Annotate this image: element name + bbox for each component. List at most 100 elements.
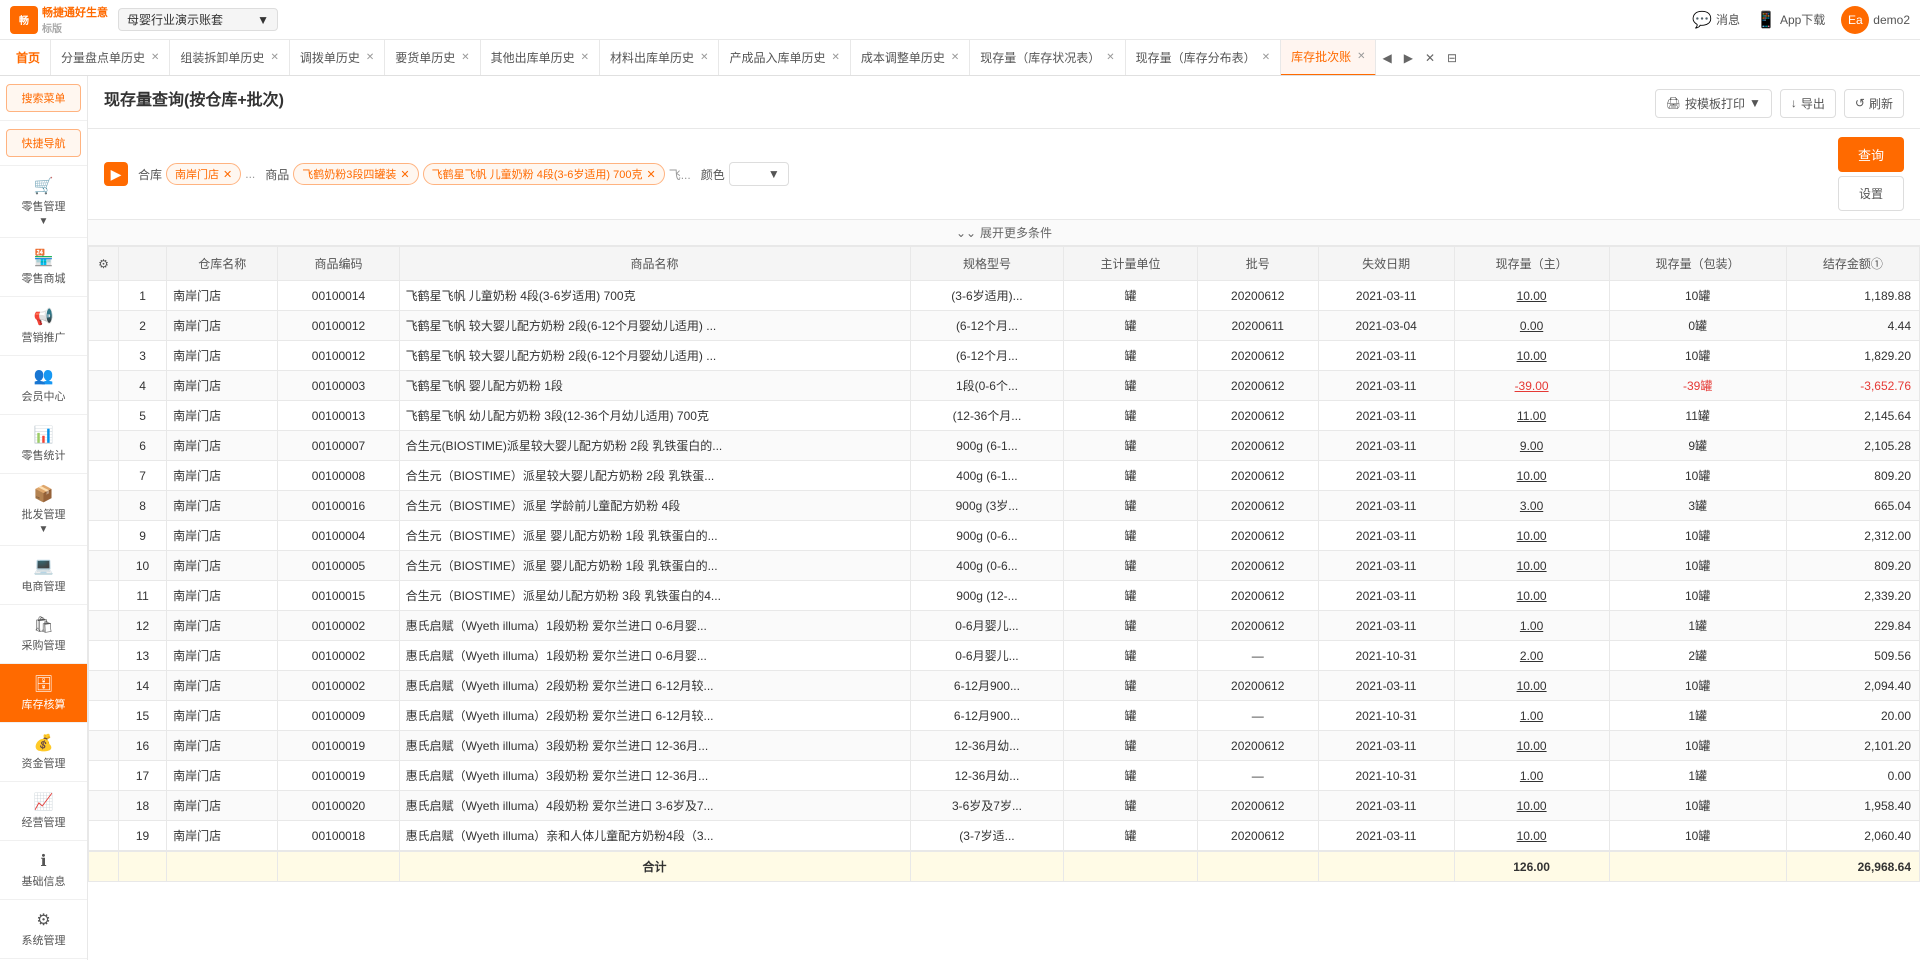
cell-unit: 罐 bbox=[1064, 701, 1197, 731]
cell-stock-main[interactable]: 1.00 bbox=[1454, 761, 1609, 791]
expand-more-btn[interactable]: ⌄⌄ 展开更多条件 bbox=[956, 224, 1052, 241]
cell-num: 3 bbox=[119, 341, 167, 371]
tab-prev-btn[interactable]: ◀ bbox=[1376, 40, 1397, 76]
table-row: 17 南岸门店 00100019 惠氏启赋（Wyeth illuma）3段奶粉 … bbox=[89, 761, 1920, 791]
tab-3[interactable]: 调拨单历史 ✕ bbox=[290, 40, 385, 76]
export-btn[interactable]: ↓ 导出 bbox=[1780, 89, 1836, 118]
col-settings[interactable]: ⚙ bbox=[89, 247, 119, 281]
cell-stock-main[interactable]: 3.00 bbox=[1454, 491, 1609, 521]
tab-close-6[interactable]: ✕ bbox=[700, 52, 708, 63]
sidebar-item-retail-stats[interactable]: 📊 零售统计 bbox=[0, 415, 87, 474]
sidebar-item-ops[interactable]: 📈 经营管理 bbox=[0, 782, 87, 841]
tab-next-btn[interactable]: ▶ bbox=[1398, 40, 1419, 76]
sidebar-item-marketing[interactable]: 📢 营销推广 bbox=[0, 297, 87, 356]
sidebar-item-purchase[interactable]: 🛍 采购管理 bbox=[0, 605, 87, 664]
sidebar-item-finance[interactable]: 💰 资金管理 bbox=[0, 723, 87, 782]
filter-expand-btn[interactable]: ▶ bbox=[104, 162, 128, 186]
tab-2[interactable]: 组装拆卸单历史 ✕ bbox=[170, 40, 289, 76]
cell-amount: 2,060.40 bbox=[1786, 821, 1919, 852]
tab-5[interactable]: 其他出库单历史 ✕ bbox=[481, 40, 600, 76]
template-print-btn[interactable]: 🖨 按模板打印 ▼ bbox=[1655, 89, 1772, 118]
cell-stock-main[interactable]: 1.00 bbox=[1454, 701, 1609, 731]
warehouse-more-dots[interactable]: ... bbox=[245, 167, 255, 181]
sidebar-item-retail-mgmt[interactable]: 🛒 零售管理 ▼ bbox=[0, 166, 87, 238]
tab-close-10[interactable]: ✕ bbox=[1262, 52, 1270, 63]
cell-expire: 2021-03-11 bbox=[1318, 521, 1454, 551]
quick-nav-btn[interactable]: 快捷导航 bbox=[6, 129, 81, 157]
tab-8[interactable]: 成本调整单历史 ✕ bbox=[851, 40, 970, 76]
cell-expire: 2021-03-11 bbox=[1318, 371, 1454, 401]
cell-unit: 罐 bbox=[1064, 491, 1197, 521]
cell-stock-main[interactable]: -39.00 bbox=[1454, 371, 1609, 401]
cell-stock-main[interactable]: 10.00 bbox=[1454, 281, 1609, 311]
tab-7[interactable]: 产成品入库单历史 ✕ bbox=[719, 40, 850, 76]
tab-close-4[interactable]: ✕ bbox=[461, 52, 469, 63]
message-btn[interactable]: 💬 消息 bbox=[1692, 10, 1740, 30]
cell-stock-main[interactable]: 10.00 bbox=[1454, 581, 1609, 611]
sidebar-item-system[interactable]: ⚙ 系统管理 bbox=[0, 900, 87, 959]
cell-stock-main[interactable]: 10.00 bbox=[1454, 521, 1609, 551]
cell-stock-main[interactable]: 10.00 bbox=[1454, 731, 1609, 761]
query-btn[interactable]: 查询 bbox=[1838, 137, 1904, 172]
user-avatar-btn[interactable]: Ea demo2 bbox=[1841, 6, 1910, 34]
cell-amount: 2,312.00 bbox=[1786, 521, 1919, 551]
tab-close-7[interactable]: ✕ bbox=[831, 52, 839, 63]
org-selector[interactable]: 母婴行业演示账套 ▼ bbox=[118, 8, 278, 31]
tab-close-9[interactable]: ✕ bbox=[1106, 52, 1114, 63]
cell-stock-main[interactable]: 10.00 bbox=[1454, 821, 1609, 852]
tab-9[interactable]: 现存量（库存状况表） ✕ bbox=[970, 40, 1125, 76]
cell-code: 00100005 bbox=[278, 551, 399, 581]
cell-name: 惠氏启赋（Wyeth illuma）1段奶粉 爱尔兰进口 0-6月婴... bbox=[399, 641, 910, 671]
tab-close-3[interactable]: ✕ bbox=[366, 52, 374, 63]
tab-more-btn[interactable]: ⊟ bbox=[1441, 40, 1463, 76]
tab-close-11[interactable]: ✕ bbox=[1357, 51, 1365, 62]
cell-stock-main[interactable]: 10.00 bbox=[1454, 551, 1609, 581]
tab-11[interactable]: 库存批次账 ✕ bbox=[1281, 40, 1376, 76]
product-tag-close-0[interactable]: ✕ bbox=[400, 168, 409, 181]
cell-unit: 罐 bbox=[1064, 611, 1197, 641]
cell-num: 13 bbox=[119, 641, 167, 671]
table-row: 4 南岸门店 00100003 飞鹤星飞帆 婴儿配方奶粉 1段 1段(0-6个.… bbox=[89, 371, 1920, 401]
cell-unit: 罐 bbox=[1064, 521, 1197, 551]
cell-stock-main[interactable]: 2.00 bbox=[1454, 641, 1609, 671]
tab-close-1[interactable]: ✕ bbox=[151, 52, 159, 63]
color-dropdown[interactable]: ▼ bbox=[729, 162, 789, 186]
app-download-btn[interactable]: 📱 App下载 bbox=[1756, 10, 1825, 30]
sidebar-item-retail-mall[interactable]: 🏪 零售商城 bbox=[0, 238, 87, 297]
settings-btn[interactable]: 设置 bbox=[1838, 176, 1904, 211]
cell-stock-main[interactable]: 0.00 bbox=[1454, 311, 1609, 341]
cell-stock-main[interactable]: 10.00 bbox=[1454, 671, 1609, 701]
search-menu-btn[interactable]: 搜索菜单 bbox=[6, 84, 81, 112]
cell-stock-main[interactable]: 10.00 bbox=[1454, 791, 1609, 821]
tab-close-8[interactable]: ✕ bbox=[951, 52, 959, 63]
sidebar-item-inventory[interactable]: 🗄 库存核算 bbox=[0, 664, 87, 723]
tab-close-5[interactable]: ✕ bbox=[581, 52, 589, 63]
cell-amount: 809.20 bbox=[1786, 461, 1919, 491]
total-stock-main: 126.00 bbox=[1454, 851, 1609, 882]
quick-nav-area: 快捷导航 bbox=[0, 121, 87, 166]
tab-home[interactable]: 首页 bbox=[6, 40, 51, 76]
tab-6[interactable]: 材料出库单历史 ✕ bbox=[600, 40, 719, 76]
tab-close-all-btn[interactable]: ✕ bbox=[1419, 40, 1441, 76]
refresh-btn[interactable]: ↺ 刷新 bbox=[1844, 89, 1904, 118]
cell-stock-main[interactable]: 1.00 bbox=[1454, 611, 1609, 641]
tab-4[interactable]: 要货单历史 ✕ bbox=[385, 40, 480, 76]
cell-warehouse: 南岸门店 bbox=[167, 761, 278, 791]
cell-stock-main[interactable]: 11.00 bbox=[1454, 401, 1609, 431]
cell-stock-main[interactable]: 10.00 bbox=[1454, 341, 1609, 371]
cell-expire: 2021-03-11 bbox=[1318, 401, 1454, 431]
sidebar-item-member[interactable]: 👥 会员中心 bbox=[0, 356, 87, 415]
tab-close-2[interactable]: ✕ bbox=[270, 52, 278, 63]
product-tag-close-1[interactable]: ✕ bbox=[646, 168, 655, 181]
cell-stock-main[interactable]: 10.00 bbox=[1454, 461, 1609, 491]
product-more-dots[interactable]: 飞... bbox=[669, 166, 691, 183]
cell-code: 00100020 bbox=[278, 791, 399, 821]
cell-stock-main[interactable]: 9.00 bbox=[1454, 431, 1609, 461]
sidebar-item-wholesale[interactable]: 📦 批发管理 ▼ bbox=[0, 474, 87, 546]
warehouse-tag-close-0[interactable]: ✕ bbox=[223, 168, 232, 181]
tab-10[interactable]: 现存量（库存分布表） ✕ bbox=[1126, 40, 1281, 76]
tab-1[interactable]: 分量盘点单历史 ✕ bbox=[51, 40, 170, 76]
cell-stock-pkg: 1罐 bbox=[1609, 701, 1786, 731]
sidebar-item-base-info[interactable]: ℹ 基础信息 bbox=[0, 841, 87, 900]
sidebar-item-ecommerce[interactable]: 💻 电商管理 bbox=[0, 546, 87, 605]
